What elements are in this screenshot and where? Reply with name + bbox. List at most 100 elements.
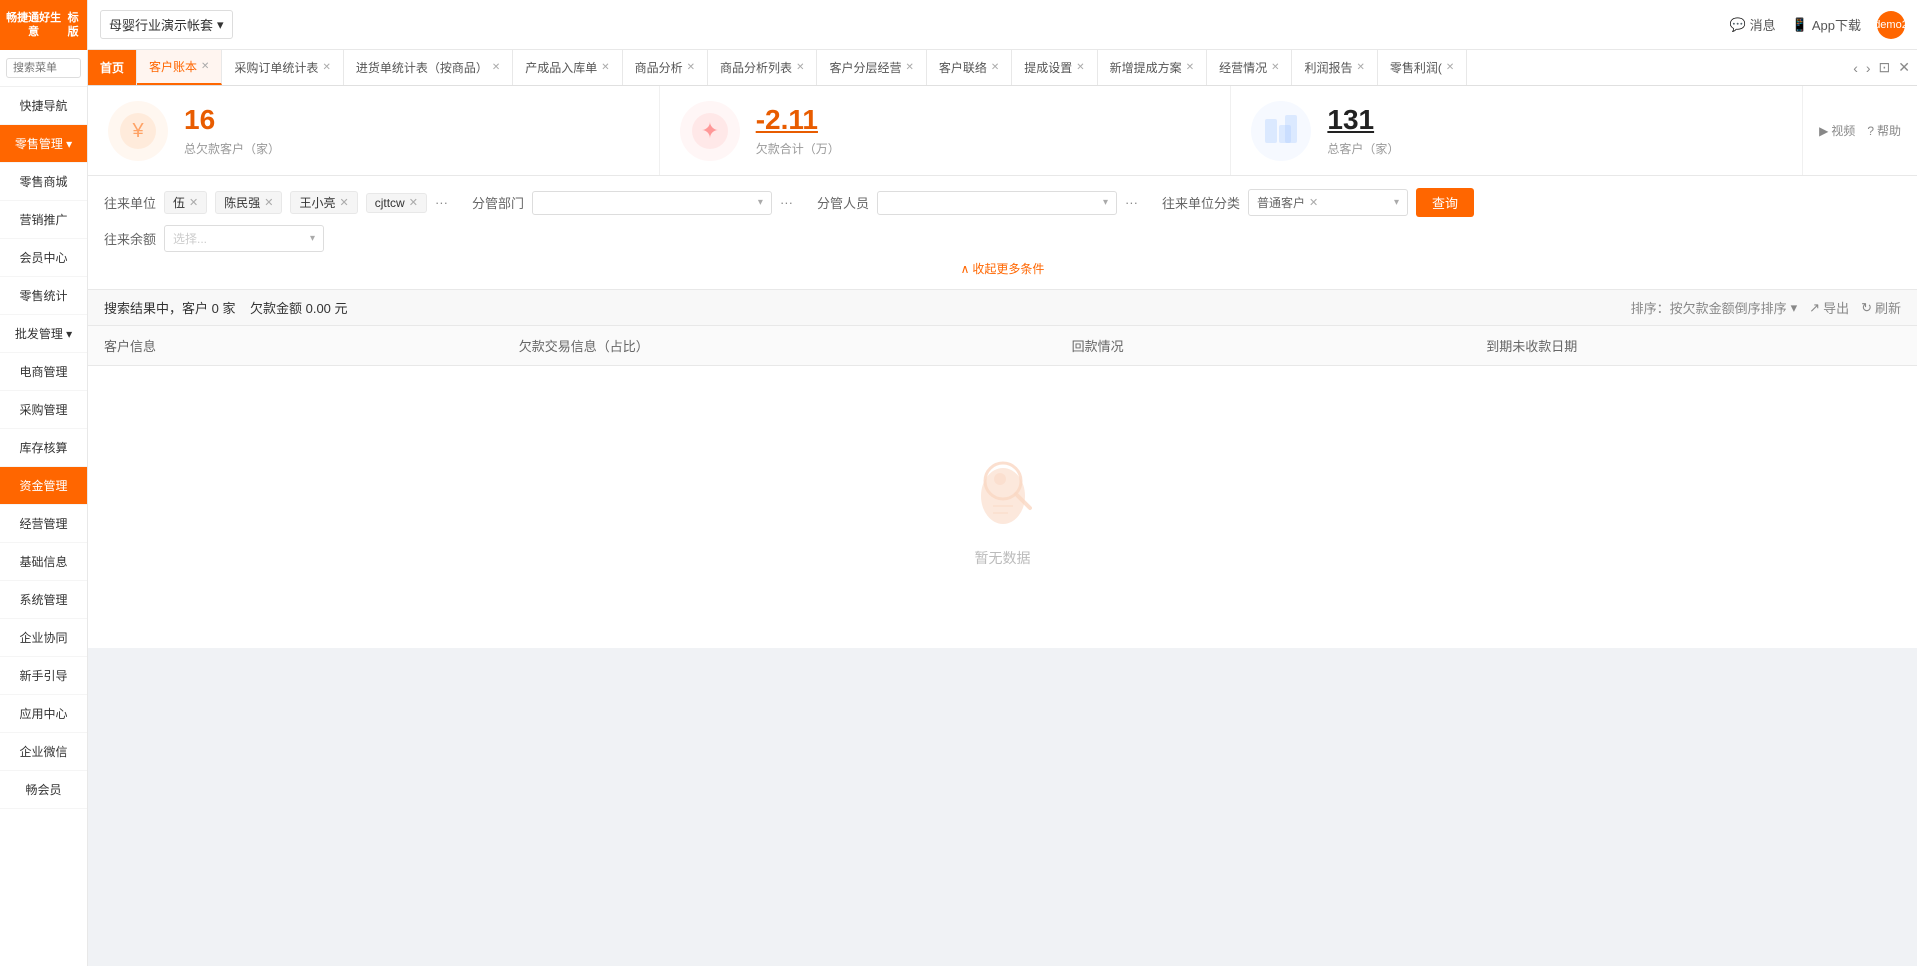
sidebar-item-inventory[interactable]: 库存核算: [0, 429, 87, 467]
sidebar-item-quick-nav[interactable]: 快捷导航: [0, 87, 87, 125]
close-tab-product-inbound[interactable]: ✕: [601, 62, 609, 73]
tab-bar: 首页 客户账本 ✕ 采购订单统计表 ✕ 进货单统计表（按商品） ✕ 产成品入库单…: [88, 50, 1917, 86]
app-download-btn[interactable]: 📱 App下载: [1792, 15, 1861, 34]
filter-category-label: 往来单位分类: [1162, 193, 1240, 212]
video-btn[interactable]: ▶ 视频: [1819, 122, 1855, 139]
result-info: 搜索结果中，客户 0 家 欠款金额 0.00 元: [104, 298, 348, 317]
sidebar-item-basic-info[interactable]: 基础信息: [0, 543, 87, 581]
close-tab-promotion-settings[interactable]: ✕: [1076, 62, 1084, 73]
person-selector[interactable]: ▾: [877, 191, 1117, 215]
close-tab-customer-ledger[interactable]: ✕: [201, 61, 209, 72]
balance-selector[interactable]: 选择... ▾: [164, 225, 324, 252]
th-repayment: 回款情况: [1072, 336, 1487, 355]
sidebar-item-corp-collab[interactable]: 企业协同: [0, 619, 87, 657]
close-tab-goods-analysis-list[interactable]: ✕: [796, 62, 804, 73]
sidebar-item-retail-mall[interactable]: 零售商城: [0, 163, 87, 201]
tab-promotion-settings[interactable]: 提成设置 ✕: [1012, 50, 1097, 85]
sidebar-item-ecommerce-mgmt[interactable]: 电商管理: [0, 353, 87, 391]
refresh-btn[interactable]: ↻ 刷新: [1861, 298, 1901, 317]
tab-customer-segment[interactable]: 客户分层经营 ✕: [817, 50, 926, 85]
tab-business-status[interactable]: 经营情况 ✕: [1207, 50, 1292, 85]
phone-icon: 📱: [1792, 17, 1808, 33]
tab-goods-stats[interactable]: 进货单统计表（按商品） ✕: [344, 50, 513, 85]
message-btn[interactable]: 💬 消息: [1729, 15, 1775, 34]
account-selector[interactable]: 母婴行业演示帐套 ▾: [100, 10, 233, 39]
header-right: 💬 消息 📱 App下载 demo2: [1729, 11, 1905, 39]
dept-selector[interactable]: ▾: [532, 191, 772, 215]
tab-profit-report[interactable]: 利润报告 ✕: [1292, 50, 1377, 85]
stat-value-debt: -2.11: [756, 104, 840, 136]
tab-next-arrow[interactable]: ›: [1863, 60, 1874, 76]
tab-goods-analysis[interactable]: 商品分析 ✕: [623, 50, 708, 85]
help-btn[interactable]: ? 帮助: [1867, 122, 1901, 139]
stat-value-all-customers: 131: [1327, 104, 1399, 136]
filter-more-dept[interactable]: ···: [780, 195, 793, 210]
close-tab-business-status[interactable]: ✕: [1271, 62, 1279, 73]
close-tab-new-promotion-plan[interactable]: ✕: [1186, 62, 1194, 73]
close-tab-customer-segment[interactable]: ✕: [905, 62, 913, 73]
category-selector[interactable]: 普通客户 ✕ ▾: [1248, 189, 1408, 216]
filter-tag-wang: 王小亮 ✕: [290, 191, 357, 214]
search-input[interactable]: [6, 58, 81, 78]
close-tab-profit-report[interactable]: ✕: [1357, 62, 1365, 73]
sidebar-item-purchase-mgmt[interactable]: 采购管理: [0, 391, 87, 429]
sidebar-item-member-center[interactable]: 会员中心: [0, 239, 87, 277]
sidebar-item-capital-mgmt[interactable]: 资金管理: [0, 467, 87, 505]
sidebar-item-app-center[interactable]: 应用中心: [0, 695, 87, 733]
stat-total-debt: ✦ -2.11 欠款合计（万）: [660, 86, 1232, 175]
sidebar-item-marketing[interactable]: 营销推广: [0, 201, 87, 239]
sidebar-item-corp-wechat[interactable]: 企业微信: [0, 733, 87, 771]
tab-home[interactable]: 首页: [88, 50, 137, 85]
tab-purchase-order-stats[interactable]: 采购订单统计表 ✕: [222, 50, 343, 85]
close-tab-customer-connect[interactable]: ✕: [991, 62, 999, 73]
collapse-button[interactable]: ∧ 收起更多条件: [961, 260, 1045, 277]
sidebar-item-retail-stats[interactable]: 零售统计: [0, 277, 87, 315]
sidebar: 畅捷通好生意 标版 快捷导航 零售管理 ▾ 零售商城 营销推广 会员中心 零售统…: [0, 0, 88, 966]
filter-tag-wu: 伍 ✕: [164, 191, 207, 214]
stat-label-debt: 欠款合计（万）: [756, 140, 840, 157]
sidebar-item-ops-mgmt[interactable]: 经营管理: [0, 505, 87, 543]
export-btn[interactable]: ↗ 导出: [1809, 298, 1849, 317]
filter-person-label: 分管人员: [817, 193, 869, 212]
remove-tag-chen[interactable]: ✕: [264, 196, 273, 209]
tab-product-inbound[interactable]: 产成品入库单 ✕: [513, 50, 622, 85]
export-icon: ↗: [1809, 300, 1820, 316]
tab-goods-analysis-list[interactable]: 商品分析列表 ✕: [708, 50, 817, 85]
svg-text:¥: ¥: [131, 120, 144, 142]
close-tab-purchase-order-stats[interactable]: ✕: [322, 62, 330, 73]
sidebar-item-vip-member[interactable]: 畅会员: [0, 771, 87, 809]
tab-expand-icon[interactable]: ⊡: [1876, 59, 1894, 76]
th-customer-info: 客户信息: [104, 336, 519, 355]
filter-tag-chen: 陈民强 ✕: [215, 191, 282, 214]
sort-selector[interactable]: 排序：按欠款金额倒序排序 ▾: [1631, 298, 1798, 317]
remove-tag-wu[interactable]: ✕: [189, 196, 198, 209]
category-chevron-icon: ▾: [1394, 197, 1399, 208]
stat-label-customers: 总欠款客户（家）: [184, 140, 280, 157]
tab-customer-connect[interactable]: 客户联络 ✕: [927, 50, 1012, 85]
sidebar-item-retail-mgmt[interactable]: 零售管理 ▾: [0, 125, 87, 163]
avatar[interactable]: demo2: [1877, 11, 1905, 39]
stat-label-all-customers: 总客户（家）: [1327, 140, 1399, 157]
close-tab-goods-stats[interactable]: ✕: [492, 62, 500, 73]
filter-dept-label: 分管部门: [472, 193, 524, 212]
sidebar-item-new-guide[interactable]: 新手引导: [0, 657, 87, 695]
tab-retail-profit[interactable]: 零售利润( ✕: [1378, 50, 1467, 85]
remove-category-tag[interactable]: ✕: [1309, 196, 1318, 209]
th-debt-info: 欠款交易信息（占比）: [519, 336, 1072, 355]
remove-tag-cjttcw[interactable]: ✕: [409, 196, 418, 209]
filter-more-person[interactable]: ···: [1125, 195, 1138, 210]
sidebar-item-batch-mgmt[interactable]: 批发管理 ▾: [0, 315, 87, 353]
remove-tag-wang[interactable]: ✕: [340, 196, 349, 209]
tab-customer-ledger[interactable]: 客户账本 ✕: [137, 50, 222, 85]
tab-close-all-icon[interactable]: ✕: [1895, 59, 1913, 76]
tab-prev-arrow[interactable]: ‹: [1850, 60, 1861, 76]
sidebar-item-sys-mgmt[interactable]: 系统管理: [0, 581, 87, 619]
result-bar: 搜索结果中，客户 0 家 欠款金额 0.00 元 排序：按欠款金额倒序排序 ▾ …: [88, 290, 1917, 326]
filter-balance-label: 往来余额: [104, 229, 156, 248]
close-tab-retail-profit[interactable]: ✕: [1446, 62, 1454, 73]
query-button[interactable]: 查询: [1416, 188, 1474, 217]
filter-more-units[interactable]: ···: [435, 195, 448, 210]
tab-new-promotion-plan[interactable]: 新增提成方案 ✕: [1098, 50, 1207, 85]
person-chevron-icon: ▾: [1103, 197, 1108, 208]
close-tab-goods-analysis[interactable]: ✕: [687, 62, 695, 73]
